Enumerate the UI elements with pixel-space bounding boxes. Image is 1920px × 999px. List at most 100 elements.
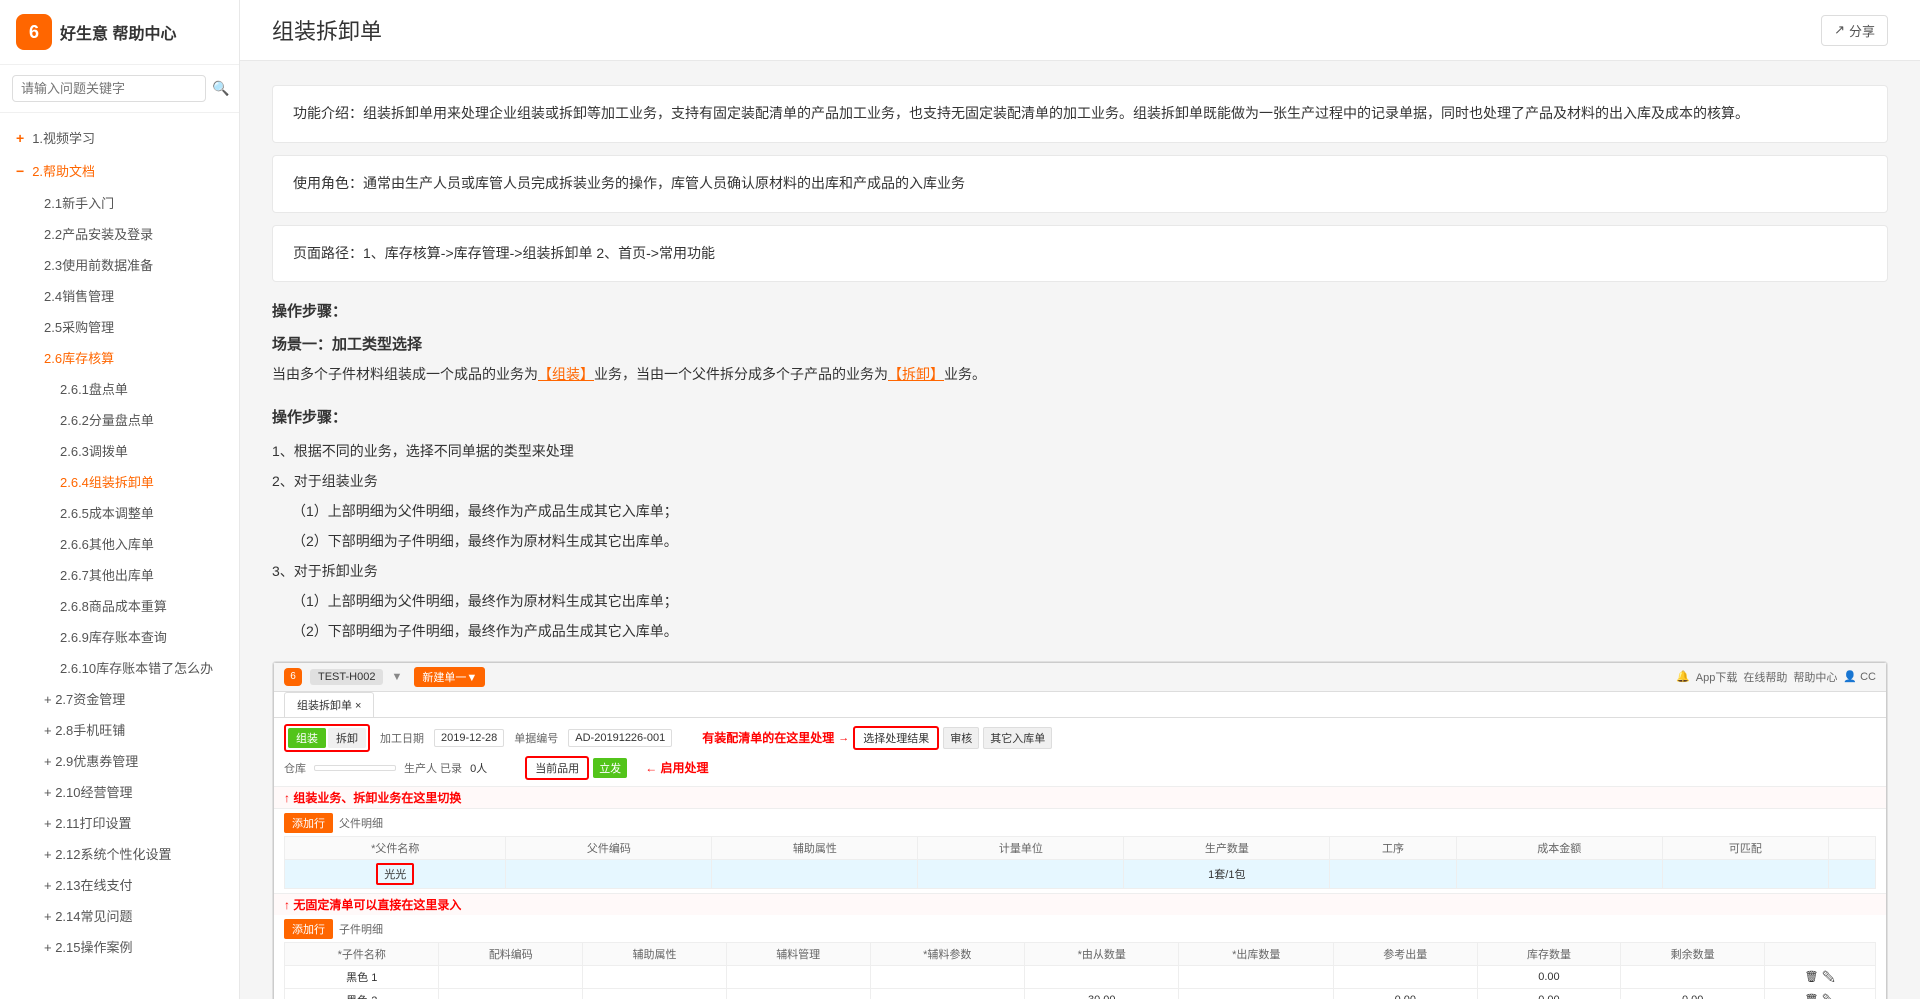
lower-table-section: 添加行 子件明细 *子件名称 配料编码 辅助属性 辅料管理 *辅料参数	[274, 915, 1886, 999]
upper-col-6: 工序	[1330, 836, 1456, 859]
sidebar-item-2[interactable]: − 2.帮助文档 2.1新手入门 2.2产品安装及登录 2.3使用前数据准备 2…	[0, 154, 239, 962]
sidebar-item-2-8[interactable]: + 2.8手机旺铺	[28, 714, 239, 745]
role-text: 使用角色：通常由生产人员或库管人员完成拆装业务的操作，库管人员确认原材料的出库和…	[293, 175, 965, 191]
share-button[interactable]: ↗ 分享	[1821, 15, 1888, 46]
type-btn-assembly[interactable]: 组装	[288, 728, 326, 748]
approve-btn[interactable]: 审核	[943, 727, 979, 749]
lower-col-1: *子件名称	[285, 942, 439, 965]
logo-icon: 6	[16, 14, 52, 50]
sidebar-item-2-14[interactable]: + 2.14常见问题	[28, 900, 239, 931]
sidebar-item-2-6-3[interactable]: 2.6.3调拨单	[44, 435, 239, 466]
sidebar-item-2-6-7[interactable]: 2.6.7其他出库单	[44, 559, 239, 590]
expand-icon-2: −	[16, 163, 24, 179]
annotation-group3: 当前品用 立发	[525, 756, 627, 780]
sidebar-item-2-13[interactable]: + 2.13在线支付	[28, 869, 239, 900]
app-new-order-btn[interactable]: 新建单一▼	[414, 667, 485, 687]
lower-col-5: *辅料参数	[870, 942, 1024, 965]
search-box: 🔍	[0, 65, 239, 113]
sidebar-item-2-6-6[interactable]: 2.6.6其他入库单	[44, 528, 239, 559]
expand-icon-1: +	[16, 130, 24, 146]
add-row-btn-lower[interactable]: 添加行	[284, 919, 333, 939]
sidebar-item-2-6-9[interactable]: 2.6.9库存账本查询	[44, 621, 239, 652]
sidebar-item-2-6-1[interactable]: 2.6.1盘点单	[44, 373, 239, 404]
sidebar-item-2-6-8[interactable]: 2.6.8商品成本重算	[44, 590, 239, 621]
scene1-desc: 当由多个子件材料组装成一个成品的业务为【组装】业务，当由一个父件拆分成多个子产品…	[272, 362, 1888, 387]
sidebar-item-2-5[interactable]: 2.5采购管理	[28, 311, 239, 342]
path-text: 页面路径：1、库存核算->库存管理->组装拆卸单 2、首页->常用功能	[293, 245, 715, 261]
other-in-btn[interactable]: 其它入库单	[983, 727, 1052, 749]
doc-second-row: 仓库 生产人 已录 0人 当前品用 立发 ← 启用处理	[284, 756, 1876, 780]
upper-col-3: 辅助属性	[712, 836, 918, 859]
sidebar-item-2-7[interactable]: + 2.7资金管理	[28, 683, 239, 714]
upper-cell-code	[506, 859, 712, 888]
app-top-right: 🔔 App下载 在线帮助 帮助中心 👤 CC	[1676, 669, 1876, 685]
sidebar-item-2-6-5[interactable]: 2.6.5成本调整单	[44, 497, 239, 528]
enable-btn[interactable]: 当前品用	[525, 756, 589, 780]
sidebar-sub-2: 2.1新手入门 2.2产品安装及登录 2.3使用前数据准备 2.4销售管理 2.…	[0, 187, 239, 962]
sidebar-item-2-6[interactable]: 2.6库存核算	[28, 342, 239, 373]
sidebar-item-2-4[interactable]: 2.4销售管理	[28, 280, 239, 311]
step-2-2: （2）下部明细为子件明细，最终作为原材料生成其它出库单。	[272, 527, 1888, 555]
sidebar-item-2-6-4[interactable]: 2.6.4组装拆卸单	[44, 466, 239, 497]
table-row: 黑色 2 30.00 0.00 0.00 0.00	[285, 988, 1876, 999]
info-block-role: 使用角色：通常由生产人员或库管人员完成拆装业务的操作，库管人员确认原材料的出库和…	[272, 155, 1888, 213]
process-btn-text: 选择处理结果	[863, 733, 929, 745]
sidebar-item-2-2[interactable]: 2.2产品安装及登录	[28, 218, 239, 249]
sidebar-item-2-6-2[interactable]: 2.6.2分量盘点单	[44, 404, 239, 435]
lower-col-7: *出库数量	[1179, 942, 1333, 965]
table-row: 光光 1套/1包	[285, 859, 1876, 888]
upper-cell-match	[1662, 859, 1828, 888]
upper-cell-name: 光光	[285, 859, 506, 888]
upper-table: *父件名称 父件编码 辅助属性 计量单位 生产数量 工序 成本金额 可匹配	[284, 836, 1876, 889]
sidebar-item-2-9[interactable]: + 2.9优惠券管理	[28, 745, 239, 776]
type-btn-disassembly[interactable]: 拆卸	[328, 728, 366, 748]
save-confirm-btn[interactable]: 立发	[593, 758, 627, 778]
sidebar: 6 好生意 帮助中心 🔍 + 1.视频学习 − 2.帮助文档 2.1新手入门 2…	[0, 0, 240, 999]
steps-list: 1、根据不同的业务，选择不同单据的类型来处理 2、对于组装业务 （1）上部明细为…	[272, 437, 1888, 645]
search-button[interactable]: 🔍	[212, 80, 229, 97]
sidebar-item-2-15[interactable]: + 2.15操作案例	[28, 931, 239, 962]
annotation2-text: ↑ 组装业务、拆卸业务在这里切换	[284, 791, 461, 805]
type-selector-wrapper: 组装 拆卸	[284, 724, 370, 752]
upper-cell-process	[1330, 859, 1456, 888]
annotation1-text: 有装配清单的在这里处理	[702, 729, 834, 746]
count-value: 0人	[470, 760, 487, 776]
brand-name: 好生意 帮助中心	[60, 20, 176, 44]
annotation4-text: ↑ 无固定清单可以直接在这里录入	[284, 898, 461, 912]
warehouse-label: 仓库	[284, 760, 306, 776]
upper-col-2: 父件编码	[506, 836, 712, 859]
info-block-path: 页面路径：1、库存核算->库存管理->组装拆卸单 2、首页->常用功能	[272, 225, 1888, 283]
process-btn-highlighted[interactable]: 选择处理结果	[853, 726, 939, 750]
assembly-link[interactable]: 【组装】	[538, 366, 594, 382]
annotation4-bar: ↑ 无固定清单可以直接在这里录入	[274, 893, 1886, 915]
sidebar-item-2-11[interactable]: + 2.11打印设置	[28, 807, 239, 838]
step-3-2: （2）下部明细为子件明细，最终作为产成品生成其它入库单。	[272, 617, 1888, 645]
sidebar-item-2-10[interactable]: + 2.10经营管理	[28, 776, 239, 807]
upper-col-9	[1828, 836, 1875, 859]
upper-table-section: 添加行 父件明细 *父件名称 父件编码 辅助属性 计量单位 生产数量	[274, 809, 1886, 893]
info-block-intro: 功能介绍：组装拆卸单用来处理企业组装或拆卸等加工业务，支持有固定装配清单的产品加…	[272, 85, 1888, 143]
sidebar-item-2-6-10[interactable]: 2.6.10库存账本错了怎么办	[44, 652, 239, 683]
app-icon-user: 👤 CC	[1843, 670, 1876, 683]
upper-cell-attr	[712, 859, 918, 888]
upper-col-1: *父件名称	[285, 836, 506, 859]
search-input[interactable]	[12, 75, 206, 102]
lower-col-6: *由从数量	[1025, 942, 1179, 965]
app-logo: 6	[284, 668, 302, 686]
add-row-btn[interactable]: 添加行	[284, 813, 333, 833]
sidebar-item-2-1[interactable]: 2.1新手入门	[28, 187, 239, 218]
app-doc-header: 组装 拆卸 加工日期 2019-12-28 单据编号 AD-20191226-0…	[274, 718, 1886, 787]
sidebar-item-1[interactable]: + 1.视频学习	[0, 121, 239, 154]
table-row: 黑色 1 0.00 🗑	[285, 965, 1876, 988]
sidebar-item-2-3[interactable]: 2.3使用前数据准备	[28, 249, 239, 280]
lower-col-9: 库存数量	[1477, 942, 1621, 965]
upper-cell-action	[1828, 859, 1875, 888]
lower-col-3: 辅助属性	[583, 942, 727, 965]
main-header: 组装拆卸单 ↗ 分享	[240, 0, 1920, 61]
sidebar-header: 6 好生意 帮助中心	[0, 0, 239, 65]
warehouse-value	[314, 765, 396, 771]
share-icon: ↗	[1834, 22, 1845, 38]
disassembly-link[interactable]: 【拆卸】	[888, 366, 944, 382]
app-tab-active[interactable]: 组装拆卸单 ×	[284, 692, 374, 717]
sidebar-item-2-12[interactable]: + 2.12系统个性化设置	[28, 838, 239, 869]
